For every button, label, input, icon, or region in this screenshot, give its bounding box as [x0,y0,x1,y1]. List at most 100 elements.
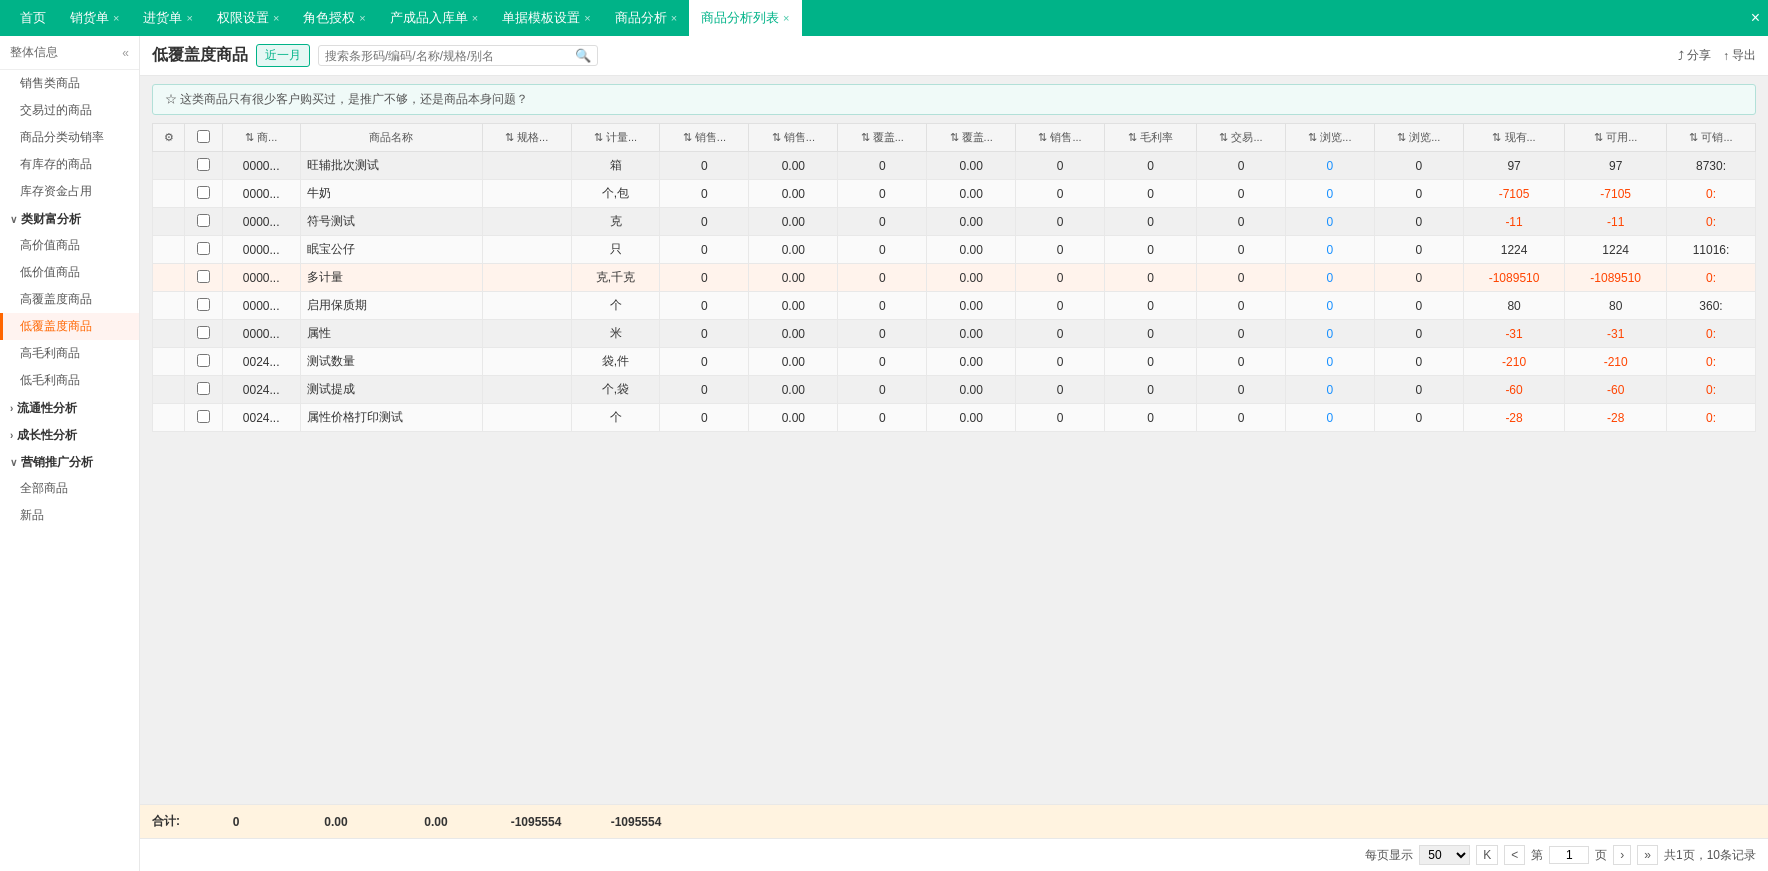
col-unit-header[interactable]: ⇅ 计量... [571,124,660,152]
sidebar-item-high-value[interactable]: 高价值商品 [0,232,139,259]
view1-link[interactable]: 0 [1327,327,1334,341]
sidebar-section-liquidity[interactable]: › 流通性分析 [0,394,139,421]
col-id-header[interactable]: ⇅ 商... [222,124,300,152]
col-gross-margin-header[interactable]: ⇅ 毛利率 [1105,124,1197,152]
next-page-button[interactable]: › [1613,845,1631,865]
col-current-stock-header[interactable]: ⇅ 现有... [1463,124,1565,152]
nav-close-icon[interactable]: × [359,12,365,24]
view1-link[interactable]: 0 [1327,243,1334,257]
view1-link[interactable]: 0 [1327,411,1334,425]
sidebar-item-high-coverage[interactable]: 高覆盖度商品 [0,286,139,313]
col-sale-amount-header[interactable]: ⇅ 销售... [749,124,838,152]
col-name-header[interactable]: 商品名称 [300,124,482,152]
col-sale-val-header[interactable]: ⇅ 销售... [1016,124,1105,152]
view1-link[interactable]: 0 [1327,187,1334,201]
col-cov1-header[interactable]: ⇅ 覆盖... [838,124,927,152]
view1-link[interactable]: 0 [1327,159,1334,173]
nav-permission-settings[interactable]: 权限设置 × [205,0,291,36]
prev-page-button[interactable]: < [1504,845,1525,865]
nav-close-icon[interactable]: × [783,12,789,24]
row-select-checkbox[interactable] [197,326,210,339]
row-view1[interactable]: 0 [1285,348,1374,376]
row-checkbox[interactable] [185,152,222,180]
view1-link[interactable]: 0 [1327,299,1334,313]
row-view1[interactable]: 0 [1285,376,1374,404]
row-select-checkbox[interactable] [197,242,210,255]
row-select-checkbox[interactable] [197,214,210,227]
row-checkbox[interactable] [185,376,222,404]
share-button[interactable]: ⤴ 分享 [1678,47,1711,64]
first-page-button[interactable]: K [1476,845,1498,865]
nav-close-icon[interactable]: × [472,12,478,24]
row-select-checkbox[interactable] [197,298,210,311]
row-select-checkbox[interactable] [197,186,210,199]
col-view2-header[interactable]: ⇅ 浏览... [1374,124,1463,152]
row-view1[interactable]: 0 [1285,320,1374,348]
sidebar-item-in-stock[interactable]: 有库存的商品 [0,151,139,178]
col-cov2-header[interactable]: ⇅ 覆盖... [927,124,1016,152]
row-checkbox[interactable] [185,292,222,320]
window-close-button[interactable]: × [1751,9,1760,27]
current-page-input[interactable] [1549,846,1589,864]
col-sale-qty-header[interactable]: ⇅ 销售... [660,124,749,152]
sidebar-item-high-margin[interactable]: 高毛利商品 [0,340,139,367]
nav-home[interactable]: 首页 [8,0,58,36]
nav-product-analysis[interactable]: 商品分析 × [603,0,689,36]
nav-template-settings[interactable]: 单据模板设置 × [490,0,602,36]
col-settings[interactable]: ⚙ [153,124,185,152]
row-view1[interactable]: 0 [1285,208,1374,236]
last-page-button[interactable]: » [1637,845,1658,865]
nav-sales-order[interactable]: 销货单 × [58,0,131,36]
nav-close-icon[interactable]: × [186,12,192,24]
page-size-select[interactable]: 50 20 100 [1419,845,1470,865]
row-view1[interactable]: 0 [1285,292,1374,320]
sidebar-item-sales-products[interactable]: 销售类商品 [0,70,139,97]
search-input[interactable] [325,49,575,63]
col-view1-header[interactable]: ⇅ 浏览... [1285,124,1374,152]
row-checkbox[interactable] [185,236,222,264]
col-trade-header[interactable]: ⇅ 交易... [1197,124,1286,152]
sidebar-item-low-coverage[interactable]: 低覆盖度商品 [0,313,139,340]
row-view1[interactable]: 0 [1285,404,1374,432]
col-checkbox-header[interactable] [185,124,222,152]
sidebar-item-all-products[interactable]: 全部商品 [0,475,139,502]
nav-close-icon[interactable]: × [273,12,279,24]
row-checkbox[interactable] [185,264,222,292]
row-select-checkbox[interactable] [197,270,210,283]
nav-product-analysis-list[interactable]: 商品分析列表 × [689,0,801,36]
sidebar-section-growth[interactable]: › 成长性分析 [0,421,139,448]
view1-link[interactable]: 0 [1327,355,1334,369]
row-checkbox[interactable] [185,320,222,348]
sidebar-collapse-button[interactable]: « [122,46,129,60]
row-checkbox[interactable] [185,348,222,376]
sidebar-item-low-value[interactable]: 低价值商品 [0,259,139,286]
select-all-checkbox[interactable] [197,130,210,143]
sidebar-item-category-activity[interactable]: 商品分类动销率 [0,124,139,151]
view1-link[interactable]: 0 [1327,383,1334,397]
view1-link[interactable]: 0 [1327,271,1334,285]
sidebar-item-new-products[interactable]: 新品 [0,502,139,529]
row-view1[interactable]: 0 [1285,264,1374,292]
col-saleable-header[interactable]: ⇅ 可销... [1667,124,1756,152]
view1-link[interactable]: 0 [1327,215,1334,229]
export-button[interactable]: ↑ 导出 [1723,47,1756,64]
row-checkbox[interactable] [185,180,222,208]
nav-close-icon[interactable]: × [584,12,590,24]
sidebar-section-marketing[interactable]: ∨ 营销推广分析 [0,448,139,475]
nav-close-icon[interactable]: × [113,12,119,24]
date-filter-button[interactable]: 近一月 [256,44,310,67]
nav-product-warehouse[interactable]: 产成品入库单 × [378,0,490,36]
nav-purchase-order[interactable]: 进货单 × [131,0,204,36]
sidebar-item-stock-capital[interactable]: 库存资金占用 [0,178,139,205]
col-spec-header[interactable]: ⇅ 规格... [482,124,571,152]
col-available-stock-header[interactable]: ⇅ 可用... [1565,124,1667,152]
sidebar-item-traded-products[interactable]: 交易过的商品 [0,97,139,124]
sidebar-item-low-margin[interactable]: 低毛利商品 [0,367,139,394]
row-checkbox[interactable] [185,404,222,432]
nav-close-icon[interactable]: × [671,12,677,24]
row-view1[interactable]: 0 [1285,236,1374,264]
row-select-checkbox[interactable] [197,158,210,171]
nav-role-auth[interactable]: 角色授权 × [291,0,377,36]
row-select-checkbox[interactable] [197,410,210,423]
row-select-checkbox[interactable] [197,382,210,395]
